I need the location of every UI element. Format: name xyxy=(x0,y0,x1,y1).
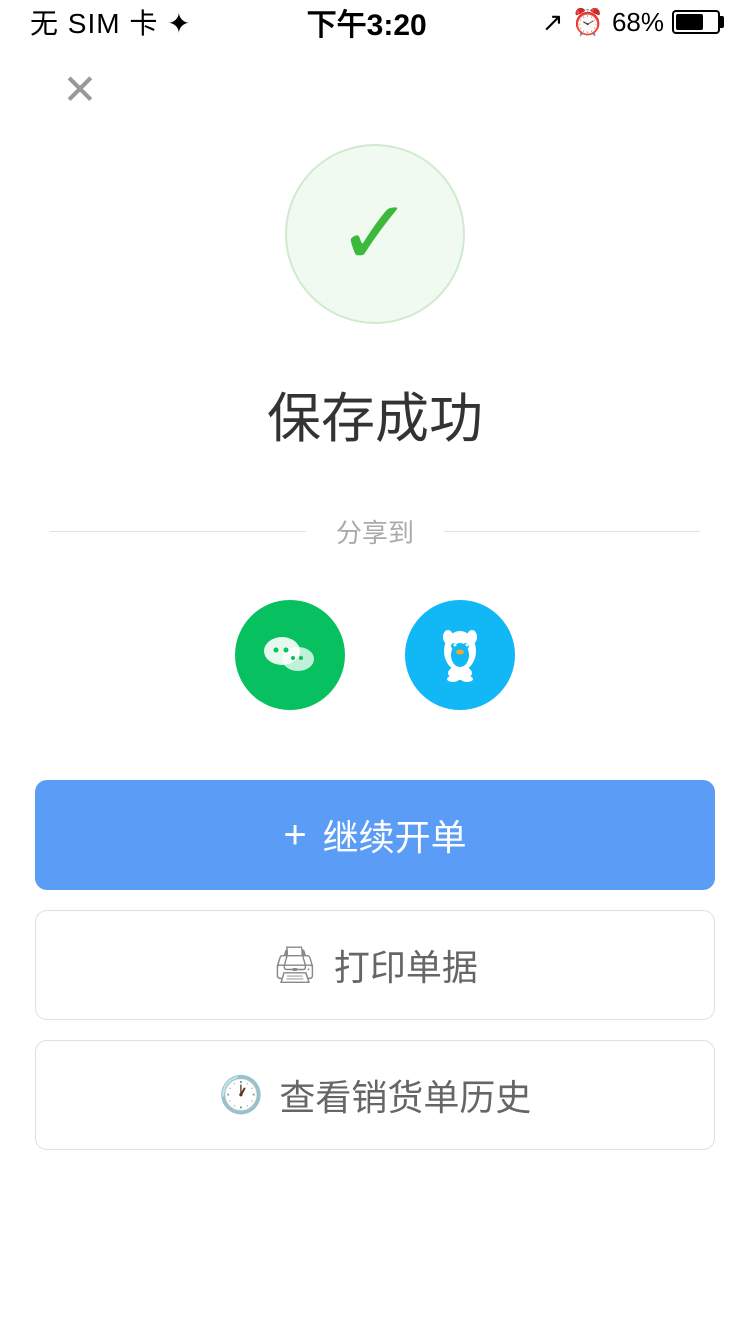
print-icon: 🖨 xyxy=(272,944,318,986)
continue-order-label: 继续开单 xyxy=(323,809,467,861)
share-divider: 分享到 xyxy=(50,513,700,550)
continue-order-button[interactable]: + 继续开单 xyxy=(35,780,715,890)
history-button[interactable]: 🕐 查看销货单历史 xyxy=(35,1040,715,1150)
buttons-container: + 继续开单 🖨 打印单据 🕐 查看销货单历史 xyxy=(35,780,715,1150)
history-label: 查看销货单历史 xyxy=(279,1069,531,1121)
plus-icon: + xyxy=(283,813,306,858)
print-label: 打印单据 xyxy=(334,939,478,991)
checkmark-icon: ✓ xyxy=(337,189,412,279)
alarm-icon: ⏰ xyxy=(572,7,604,38)
wechat-share-button[interactable] xyxy=(235,600,345,710)
main-content: ✓ 保存成功 分享到 xyxy=(0,44,750,1150)
location-icon: ↗ xyxy=(542,7,564,38)
wechat-icon xyxy=(258,623,322,687)
divider-line-right xyxy=(444,531,700,532)
qq-share-button[interactable] xyxy=(405,600,515,710)
print-button[interactable]: 🖨 打印单据 xyxy=(35,910,715,1020)
share-label: 分享到 xyxy=(306,513,444,550)
success-title: 保存成功 xyxy=(267,374,483,453)
battery-icon xyxy=(672,10,720,34)
status-left: 无 SIM 卡 ✦ xyxy=(30,2,192,42)
qq-icon xyxy=(428,623,492,687)
status-time: 下午3:20 xyxy=(307,0,427,44)
share-icons xyxy=(235,600,515,710)
success-circle: ✓ xyxy=(285,144,465,324)
divider-line-left xyxy=(50,531,306,532)
close-icon: ✕ xyxy=(62,69,97,111)
battery-percent: 68% xyxy=(612,7,664,38)
battery-tip xyxy=(720,16,724,28)
status-bar: 无 SIM 卡 ✦ 下午3:20 ↗ ⏰ 68% xyxy=(0,0,750,44)
battery-fill xyxy=(676,14,703,30)
history-icon: 🕐 xyxy=(219,1074,264,1116)
status-right: ↗ ⏰ 68% xyxy=(542,7,720,38)
close-button[interactable]: ✕ xyxy=(50,60,110,120)
